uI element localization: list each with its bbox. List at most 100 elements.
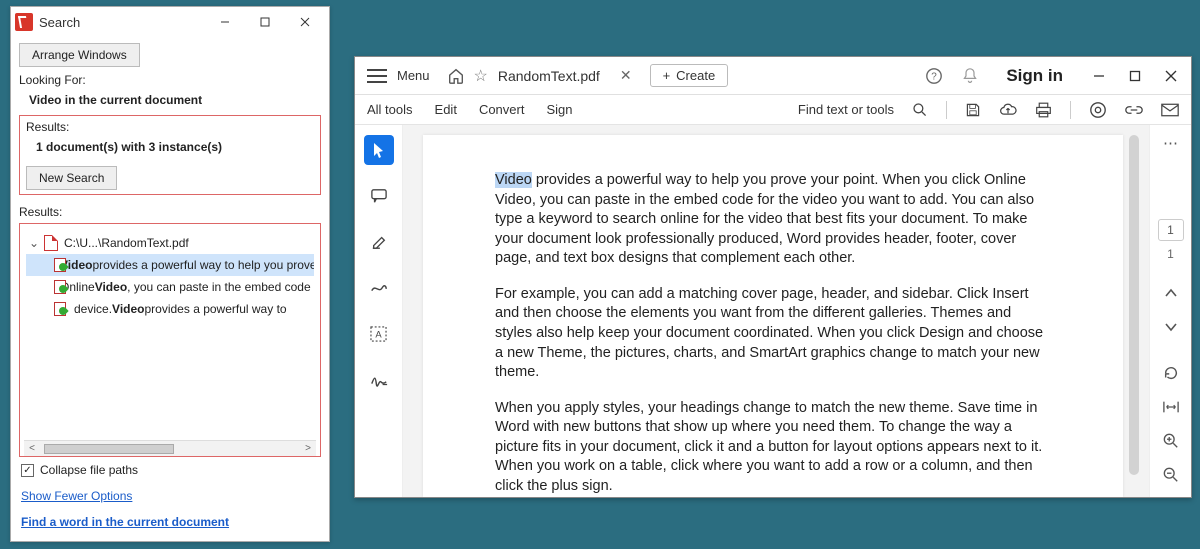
print-icon[interactable] [1035, 102, 1052, 118]
sign-button[interactable]: Sign [546, 102, 572, 117]
svg-text:A: A [375, 328, 382, 339]
all-tools-button[interactable]: All tools [367, 102, 413, 117]
help-icon[interactable]: ? [918, 61, 950, 91]
plus-icon: + [663, 68, 671, 83]
reader-window: Menu ☆ RandomText.pdf ✕ + Create ? Sign … [354, 56, 1192, 498]
search-window: Search Arrange Windows Looking For: Vide… [10, 6, 330, 542]
rotate-icon[interactable] [1156, 359, 1186, 387]
reader-body: A Video provides a powerful way to help … [355, 125, 1191, 497]
result-file-row[interactable]: ⌄ C:\U...\RandomText.pdf [26, 232, 314, 254]
page-scrollbar[interactable] [1127, 135, 1141, 497]
create-button[interactable]: + Create [650, 64, 729, 87]
paragraph[interactable]: Video provides a powerful way to help yo… [495, 171, 1051, 269]
bell-icon[interactable] [954, 61, 986, 91]
paragraph[interactable]: When you apply styles, your headings cha… [495, 399, 1051, 497]
convert-button[interactable]: Convert [479, 102, 525, 117]
search-highlight: Video [495, 172, 532, 188]
acrobat-icon [15, 13, 33, 31]
close-button[interactable] [285, 8, 325, 36]
document-page[interactable]: Video provides a powerful way to help yo… [423, 135, 1123, 497]
looking-for-value: Video in the current document [29, 93, 321, 107]
search-title: Search [39, 15, 80, 30]
new-search-button[interactable]: New Search [26, 166, 117, 190]
star-icon[interactable]: ☆ [474, 66, 488, 86]
zoom-in-icon[interactable] [1156, 427, 1186, 455]
reader-titlebar[interactable]: Menu ☆ RandomText.pdf ✕ + Create ? Sign … [355, 57, 1191, 95]
create-label: Create [676, 68, 715, 83]
page-number-input[interactable]: 1 [1158, 219, 1184, 241]
collapse-paths-checkbox[interactable]: ✓ [21, 464, 34, 477]
left-toolbar: A [355, 125, 403, 497]
results-list[interactable]: ⌄ C:\U...\RandomText.pdf Video provides … [24, 228, 316, 440]
hit-term: Video [112, 302, 144, 316]
results-horizontal-scrollbar[interactable]: < > [24, 440, 316, 456]
page-down-icon[interactable] [1156, 313, 1186, 341]
menu-label[interactable]: Menu [397, 68, 430, 83]
paragraph-text: For example, you can add a matching cove… [495, 286, 1043, 380]
hit-icon [54, 302, 68, 316]
search-hit[interactable]: Online Video , you can paste in the embe… [26, 276, 314, 298]
arrange-windows-button[interactable]: Arrange Windows [19, 43, 140, 67]
hit-post: provides a powerful way to help you prov… [92, 258, 314, 272]
page-up-icon[interactable] [1156, 279, 1186, 307]
highlight-tool[interactable] [364, 227, 394, 257]
home-icon[interactable] [442, 62, 470, 90]
search-titlebar[interactable]: Search [11, 7, 329, 37]
scroll-thumb[interactable] [44, 444, 174, 454]
draw-tool[interactable] [364, 273, 394, 303]
zoom-out-icon[interactable] [1156, 461, 1186, 489]
sign-tool[interactable] [364, 365, 394, 395]
tab-name[interactable]: RandomText.pdf [498, 68, 600, 84]
collapse-paths-label: Collapse file paths [40, 463, 138, 477]
text-box-tool[interactable]: A [364, 319, 394, 349]
sign-in-button[interactable]: Sign in [990, 66, 1079, 86]
paragraph-text: provides a powerful way to help you prov… [495, 172, 1034, 266]
scroll-right-icon[interactable]: > [300, 443, 316, 454]
select-tool[interactable] [364, 135, 394, 165]
hit-post: , you can paste in the embed code for th… [127, 280, 314, 294]
find-word-link[interactable]: Find a word in the current document [19, 509, 321, 535]
result-file-path: C:\U...\RandomText.pdf [64, 236, 189, 250]
search-hit[interactable]: Video provides a powerful way to help yo… [26, 254, 314, 276]
page-count: 1 [1167, 247, 1174, 261]
cloud-icon[interactable] [999, 102, 1017, 118]
more-icon[interactable]: ⋯ [1156, 129, 1186, 157]
tab-close-icon[interactable]: ✕ [614, 63, 638, 88]
results-label: Results: [26, 120, 314, 134]
looking-for-label: Looking For: [19, 73, 321, 87]
reader-close-button[interactable] [1155, 61, 1187, 91]
right-toolbar: ⋯ 1 1 [1149, 125, 1191, 497]
pdf-icon [44, 235, 58, 251]
results-panel: ⌄ C:\U...\RandomText.pdf Video provides … [19, 223, 321, 457]
collapse-paths-row[interactable]: ✓ Collapse file paths [19, 457, 321, 483]
scroll-thumb[interactable] [1129, 135, 1139, 475]
results-summary-box: Results: 1 document(s) with 3 instance(s… [19, 115, 321, 195]
separator [946, 101, 947, 119]
scroll-left-icon[interactable]: < [24, 443, 40, 454]
svg-text:?: ? [932, 71, 938, 82]
search-hit[interactable]: device. Video provides a powerful way to [26, 298, 314, 320]
reader-maximize-button[interactable] [1119, 61, 1151, 91]
hit-post: provides a powerful way to [145, 302, 287, 316]
mail-icon[interactable] [1161, 103, 1179, 117]
separator [1070, 101, 1071, 119]
tree-collapse-icon[interactable]: ⌄ [28, 236, 40, 250]
minimize-button[interactable] [205, 8, 245, 36]
hamburger-icon[interactable] [367, 69, 387, 83]
results-summary: 1 document(s) with 3 instance(s) [36, 140, 314, 154]
page-area[interactable]: Video provides a powerful way to help yo… [403, 125, 1149, 497]
save-icon[interactable] [965, 102, 981, 118]
reader-toolbar: All tools Edit Convert Sign Find text or… [355, 95, 1191, 125]
comment-tool[interactable] [364, 181, 394, 211]
show-fewer-link[interactable]: Show Fewer Options [19, 483, 321, 509]
fit-width-icon[interactable] [1156, 393, 1186, 421]
edit-button[interactable]: Edit [435, 102, 457, 117]
link-icon[interactable] [1125, 102, 1143, 118]
find-text-label[interactable]: Find text or tools [798, 102, 894, 117]
reader-minimize-button[interactable] [1083, 61, 1115, 91]
paragraph[interactable]: For example, you can add a matching cove… [495, 285, 1051, 383]
search-icon[interactable] [912, 102, 928, 118]
ai-icon[interactable] [1089, 101, 1107, 119]
maximize-button[interactable] [245, 8, 285, 36]
results-label-2: Results: [19, 205, 321, 219]
